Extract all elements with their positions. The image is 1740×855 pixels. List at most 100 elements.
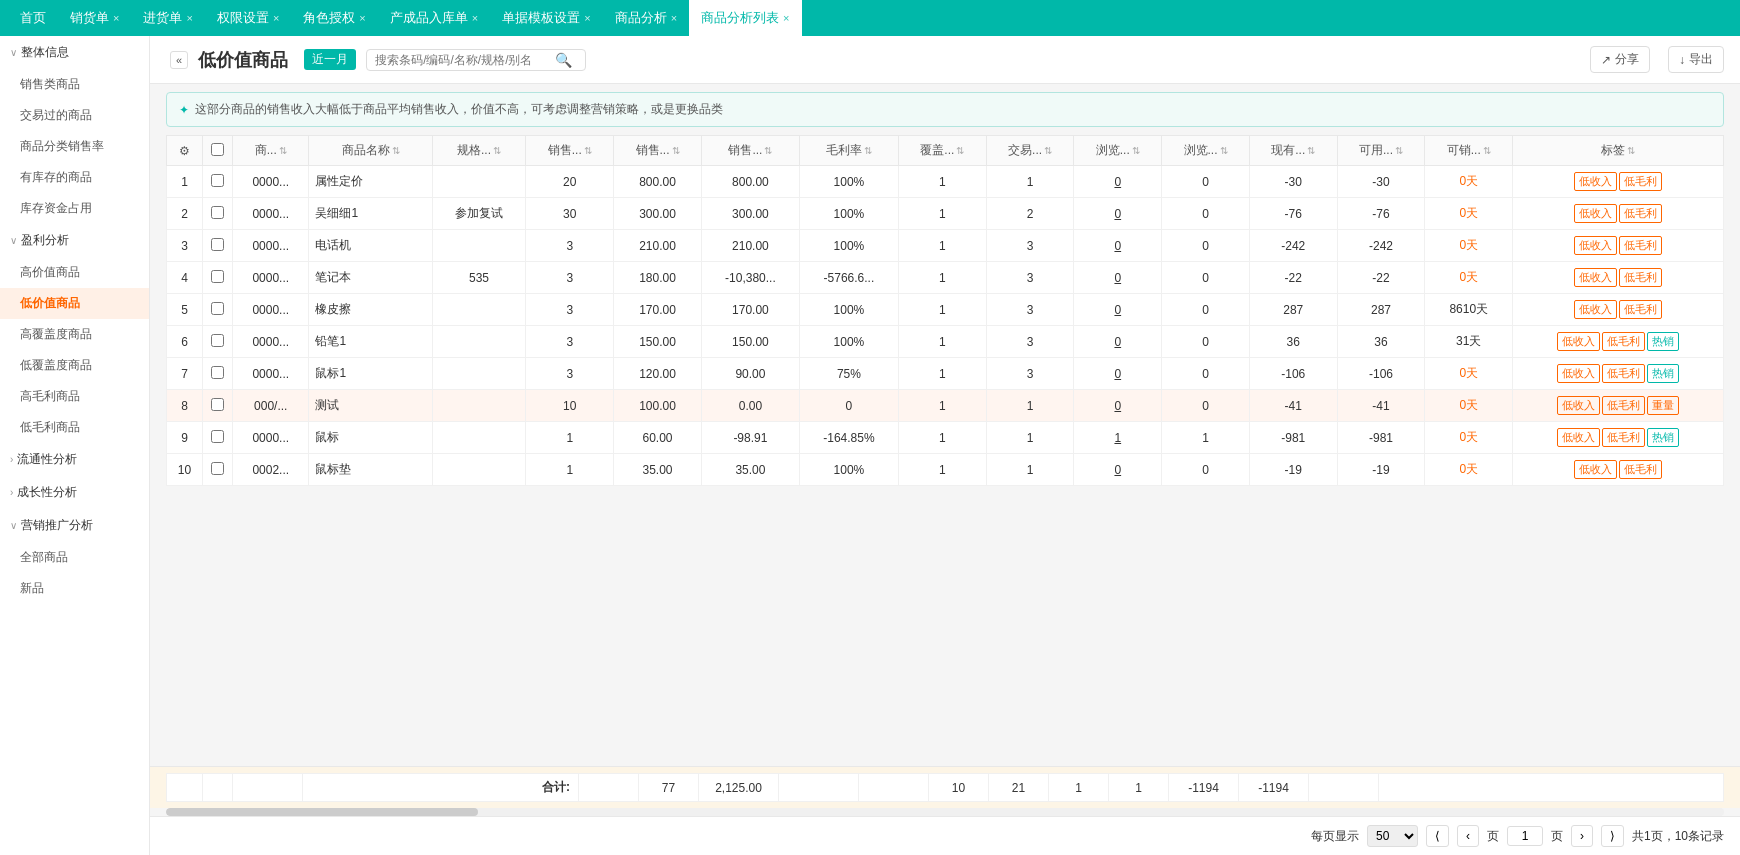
cell-view1[interactable]: 0 — [1074, 166, 1162, 198]
sidebar-item-high-value[interactable]: 高价值商品 — [0, 257, 149, 288]
view1-link[interactable]: 0 — [1114, 399, 1121, 413]
cell-checkbox[interactable] — [203, 198, 233, 230]
row-checkbox[interactable] — [211, 206, 224, 219]
cell-checkbox[interactable] — [203, 230, 233, 262]
sidebar-item-category-sales[interactable]: 商品分类销售率 — [0, 131, 149, 162]
cell-view1[interactable]: 0 — [1074, 294, 1162, 326]
nav-finished-goods[interactable]: 产成品入库单 × — [378, 0, 490, 36]
view1-link[interactable]: 0 — [1114, 463, 1121, 477]
nav-home[interactable]: 首页 — [8, 0, 58, 36]
sidebar-collapse-button[interactable]: « — [170, 51, 188, 69]
col-available[interactable]: 可用... ⇅ — [1337, 136, 1425, 166]
horizontal-scrollbar[interactable] — [166, 808, 1724, 816]
close-icon[interactable]: × — [113, 12, 119, 24]
close-icon[interactable]: × — [671, 12, 677, 24]
view1-link[interactable]: 1 — [1114, 431, 1121, 445]
cell-checkbox[interactable] — [203, 358, 233, 390]
page-number-input[interactable] — [1507, 826, 1543, 846]
row-checkbox[interactable] — [211, 366, 224, 379]
row-checkbox[interactable] — [211, 174, 224, 187]
sidebar-item-all-products[interactable]: 全部商品 — [0, 542, 149, 573]
nav-permissions[interactable]: 权限设置 × — [205, 0, 291, 36]
cell-checkbox[interactable] — [203, 422, 233, 454]
share-button[interactable]: ↗ 分享 — [1590, 46, 1650, 73]
sidebar-section-profit[interactable]: ∨ 盈利分析 — [0, 224, 149, 257]
export-button[interactable]: ↓ 导出 — [1668, 46, 1724, 73]
view1-link[interactable]: 0 — [1114, 271, 1121, 285]
cell-checkbox[interactable] — [203, 390, 233, 422]
view1-link[interactable]: 0 — [1114, 207, 1121, 221]
col-view1[interactable]: 浏览... ⇅ — [1074, 136, 1162, 166]
row-checkbox[interactable] — [211, 334, 224, 347]
cell-view1[interactable]: 0 — [1074, 198, 1162, 230]
view1-link[interactable]: 0 — [1114, 239, 1121, 253]
close-icon[interactable]: × — [472, 12, 478, 24]
sidebar-item-traded-products[interactable]: 交易过的商品 — [0, 100, 149, 131]
col-sales-qty[interactable]: 销售... ⇅ — [526, 136, 614, 166]
sidebar-item-sales-products[interactable]: 销售类商品 — [0, 69, 149, 100]
row-checkbox[interactable] — [211, 430, 224, 443]
nav-sales-order[interactable]: 销货单 × — [58, 0, 131, 36]
cell-view1[interactable]: 0 — [1074, 262, 1162, 294]
next-page-button[interactable]: › — [1571, 825, 1593, 847]
sidebar-item-low-margin[interactable]: 低毛利商品 — [0, 412, 149, 443]
sidebar-section-liquidity[interactable]: › 流通性分析 — [0, 443, 149, 476]
view1-link[interactable]: 0 — [1114, 303, 1121, 317]
view1-link[interactable]: 0 — [1114, 367, 1121, 381]
col-margin[interactable]: 毛利率 ⇅ — [799, 136, 898, 166]
sidebar-item-high-margin[interactable]: 高毛利商品 — [0, 381, 149, 412]
row-checkbox[interactable] — [211, 398, 224, 411]
cell-view1[interactable]: 1 — [1074, 422, 1162, 454]
nav-roles[interactable]: 角色授权 × — [291, 0, 377, 36]
cell-checkbox[interactable] — [203, 166, 233, 198]
period-tag[interactable]: 近一月 — [304, 49, 356, 70]
close-icon[interactable]: × — [359, 12, 365, 24]
sidebar-section-growth[interactable]: › 成长性分析 — [0, 476, 149, 509]
select-all-checkbox[interactable] — [211, 143, 224, 156]
cell-checkbox[interactable] — [203, 326, 233, 358]
sidebar-item-high-coverage[interactable]: 高覆盖度商品 — [0, 319, 149, 350]
cell-view1[interactable]: 0 — [1074, 230, 1162, 262]
col-sales-amt[interactable]: 销售... ⇅ — [614, 136, 702, 166]
page-size-select[interactable]: 50 100 200 — [1367, 825, 1418, 847]
col-spec[interactable]: 规格... ⇅ — [432, 136, 526, 166]
close-icon[interactable]: × — [783, 12, 789, 24]
cell-view1[interactable]: 0 — [1074, 454, 1162, 486]
col-name[interactable]: 商品名称 ⇅ — [309, 136, 432, 166]
nav-product-analysis[interactable]: 商品分析 × — [603, 0, 689, 36]
close-icon[interactable]: × — [186, 12, 192, 24]
row-checkbox[interactable] — [211, 462, 224, 475]
cell-checkbox[interactable] — [203, 294, 233, 326]
nav-product-analysis-list[interactable]: 商品分析列表 × — [689, 0, 801, 36]
sidebar-item-low-coverage[interactable]: 低覆盖度商品 — [0, 350, 149, 381]
sidebar-section-marketing[interactable]: ∨ 营销推广分析 — [0, 509, 149, 542]
sidebar-item-low-value[interactable]: 低价值商品 — [0, 288, 149, 319]
col-tags[interactable]: 标签 ⇅ — [1513, 136, 1724, 166]
cell-view1[interactable]: 0 — [1074, 358, 1162, 390]
sidebar-item-stock-capital[interactable]: 库存资金占用 — [0, 193, 149, 224]
row-checkbox[interactable] — [211, 302, 224, 315]
col-code[interactable]: 商... ⇅ — [233, 136, 309, 166]
search-input[interactable] — [375, 53, 555, 67]
sidebar-item-new-products[interactable]: 新品 — [0, 573, 149, 604]
prev-page-button[interactable]: ‹ — [1457, 825, 1479, 847]
col-view2[interactable]: 浏览... ⇅ — [1162, 136, 1250, 166]
cell-checkbox[interactable] — [203, 454, 233, 486]
col-settings[interactable]: ⚙ — [167, 136, 203, 166]
first-page-button[interactable]: ⟨ — [1426, 825, 1449, 847]
table-container[interactable]: ⚙ 商... ⇅ 商品名称 ⇅ 规格... ⇅ 销售... ⇅ 销售... ⇅ … — [150, 135, 1740, 766]
col-checkbox[interactable] — [203, 136, 233, 166]
cell-view1[interactable]: 0 — [1074, 390, 1162, 422]
view1-link[interactable]: 0 — [1114, 335, 1121, 349]
row-checkbox[interactable] — [211, 270, 224, 283]
col-sellable[interactable]: 可销... ⇅ — [1425, 136, 1513, 166]
col-trade[interactable]: 交易... ⇅ — [986, 136, 1074, 166]
view1-link[interactable]: 0 — [1114, 175, 1121, 189]
last-page-button[interactable]: ⟩ — [1601, 825, 1624, 847]
close-icon[interactable]: × — [584, 12, 590, 24]
search-icon[interactable]: 🔍 — [555, 52, 572, 68]
sidebar-section-overall[interactable]: ∨ 整体信息 — [0, 36, 149, 69]
cell-checkbox[interactable] — [203, 262, 233, 294]
sidebar-item-stock-products[interactable]: 有库存的商品 — [0, 162, 149, 193]
scrollbar-thumb[interactable] — [166, 808, 478, 816]
